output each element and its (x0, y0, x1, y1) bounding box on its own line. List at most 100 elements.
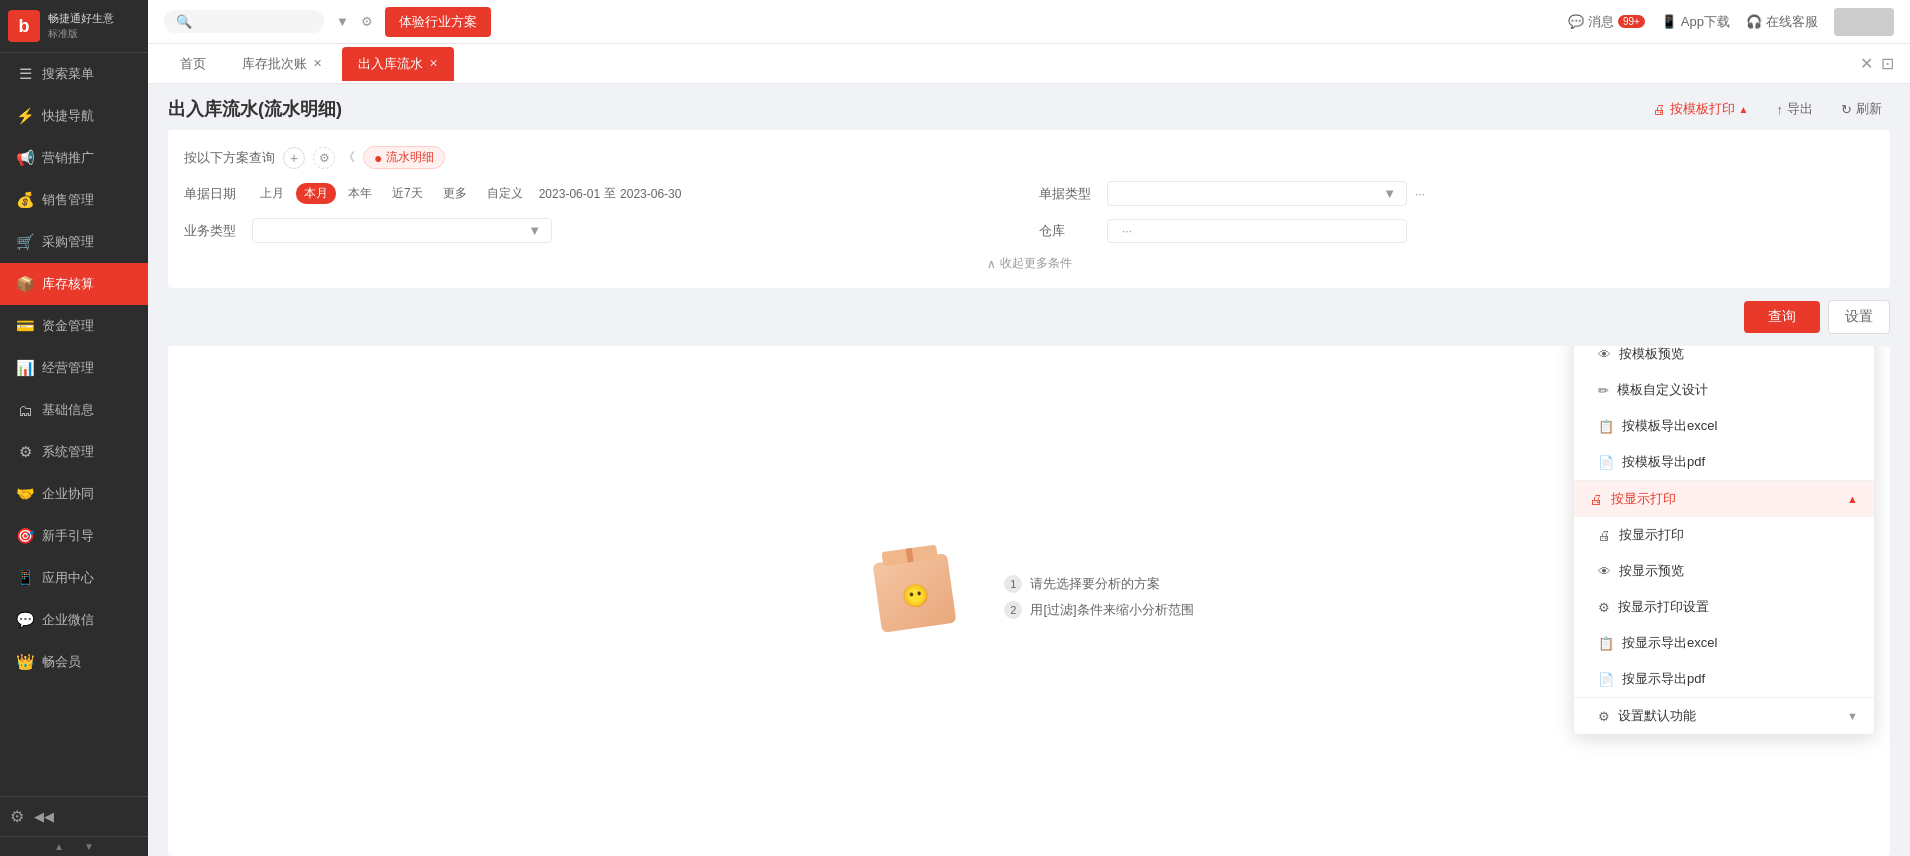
sidebar-item-label: 营销推广 (42, 149, 94, 167)
sidebar-item-system[interactable]: ⚙ 系统管理 (0, 431, 148, 473)
sidebar-item-wechat[interactable]: 💬 企业微信 (0, 599, 148, 641)
printer-icon: 🖨 (1653, 102, 1666, 117)
app-download-button[interactable]: 📱 App下载 (1661, 13, 1730, 31)
search-dropdown-icon[interactable]: ▼ (336, 14, 349, 29)
online-service-button[interactable]: 🎧 在线客服 (1746, 13, 1818, 31)
date-this-month[interactable]: 本月 (296, 183, 336, 204)
sidebar-item-basics[interactable]: 🗂 基础信息 (0, 389, 148, 431)
template-excel-icon: 📋 (1598, 419, 1614, 434)
warehouse-label: 仓库 (1039, 222, 1099, 240)
sales-icon: 💰 (16, 191, 34, 209)
empty-step-2: 2 用[过滤]条件来缩小分析范围 (1004, 601, 1193, 619)
display-print-section[interactable]: 🖨 按显示打印 ▲ (1574, 481, 1874, 517)
query-area: 查询 设置 (148, 300, 1910, 346)
doc-type-dropdown[interactable]: ▼ (1107, 181, 1407, 206)
query-button[interactable]: 查询 (1744, 301, 1820, 333)
sidebar-item-enterprise[interactable]: 🤝 企业协同 (0, 473, 148, 515)
section-arrow-icon: ▲ (1847, 493, 1858, 505)
biz-type-filter-field: 业务类型 ▼ (184, 218, 1019, 243)
search-input[interactable] (198, 15, 298, 29)
collapse-more-button[interactable]: ∧ 收起更多条件 (184, 255, 1874, 272)
collapse-icon: ∧ (987, 257, 996, 271)
template-custom-item[interactable]: ✏ 模板自定义设计 (1574, 372, 1874, 408)
sidebar-item-guide[interactable]: 🎯 新手引导 (0, 515, 148, 557)
sidebar-item-inventory[interactable]: 📦 库存核算 (0, 263, 148, 305)
biz-type-dropdown[interactable]: ▼ (252, 218, 552, 243)
sidebar-footer: ⚙ ◀◀ (0, 796, 148, 836)
display-excel-icon: 📋 (1598, 636, 1614, 651)
sidebar-item-label: 新手引导 (42, 527, 94, 545)
scroll-down-icon[interactable]: ▼ (84, 841, 94, 852)
date-last-7days[interactable]: 近7天 (384, 183, 431, 204)
tab-home[interactable]: 首页 (164, 47, 222, 81)
refresh-icon: ↻ (1841, 102, 1852, 117)
warehouse-dropdown[interactable]: ··· (1107, 219, 1407, 243)
set-default-item[interactable]: ⚙ 设置默认功能 ▼ (1574, 698, 1874, 734)
filter-header: 按以下方案查询 + ⚙ 《 ● 流水明细 (184, 146, 1874, 169)
tab-inventory-flow[interactable]: 出入库流水 ✕ (342, 47, 454, 81)
sidebar-item-purchase[interactable]: 🛒 采购管理 (0, 221, 148, 263)
template-export-pdf-item[interactable]: 📄 按模板导出pdf (1574, 444, 1874, 480)
close-batch-tab-icon[interactable]: ✕ (313, 57, 322, 70)
topbar-gear-icon[interactable]: ⚙ (361, 14, 373, 29)
display-print-settings-item[interactable]: ⚙ 按显示打印设置 (1574, 589, 1874, 625)
display-print-item[interactable]: 🖨 按显示打印 (1574, 517, 1874, 553)
maximize-icon[interactable]: ⊡ (1881, 54, 1894, 73)
sidebar-item-label: 资金管理 (42, 317, 94, 335)
filter-collapse-button[interactable]: 《 (343, 149, 355, 166)
date-custom[interactable]: 自定义 (479, 183, 531, 204)
doc-type-more-icon[interactable]: ··· (1415, 187, 1425, 201)
page-header: 出入库流水(流水明细) 🖨 按模板打印 ▲ ↑ 导出 ↻ 刷新 (148, 84, 1910, 130)
display-preview-icon: 👁 (1598, 564, 1611, 579)
tab-inventory-batch[interactable]: 库存批次账 ✕ (226, 47, 338, 81)
filter-panel: 按以下方案查询 + ⚙ 《 ● 流水明细 单据日期 上月 本月 本年 近7天 (168, 130, 1890, 288)
filter-row-2: 业务类型 ▼ 仓库 ··· (184, 218, 1874, 243)
template-export-excel-item[interactable]: 📋 按模板导出excel (1574, 408, 1874, 444)
guide-icon: 🎯 (16, 527, 34, 545)
filter-settings-button[interactable]: ⚙ (313, 147, 335, 169)
tabs-bar: 首页 库存批次账 ✕ 出入库流水 ✕ ✕ ⊡ (148, 44, 1910, 84)
date-this-year[interactable]: 本年 (340, 183, 380, 204)
display-preview-item[interactable]: 👁 按显示预览 (1574, 553, 1874, 589)
sidebar-item-quick-nav[interactable]: ⚡ 快捷导航 (0, 95, 148, 137)
sidebar-item-label: 企业微信 (42, 611, 94, 629)
minimize-icon[interactable]: ✕ (1860, 54, 1873, 73)
enterprise-icon: 🤝 (16, 485, 34, 503)
default-icon: ⚙ (1598, 709, 1610, 724)
template-preview-item[interactable]: 👁 按模板预览 (1574, 346, 1874, 372)
warehouse-more-icon[interactable]: ··· (1122, 224, 1132, 238)
empty-steps: 1 请先选择要分析的方案 2 用[过滤]条件来缩小分析范围 (1004, 575, 1193, 627)
filter-add-button[interactable]: + (283, 147, 305, 169)
collapse-icon[interactable]: ◀◀ (34, 809, 54, 824)
user-avatar[interactable] (1834, 8, 1894, 36)
sidebar-item-operations[interactable]: 📊 经营管理 (0, 347, 148, 389)
sidebar-item-search-menu[interactable]: ☰ 搜索菜单 (0, 53, 148, 95)
print-template-button[interactable]: 🖨 按模板打印 ▲ (1645, 96, 1757, 122)
quick-nav-icon: ⚡ (16, 107, 34, 125)
industry-solution-button[interactable]: 体验行业方案 (385, 7, 491, 37)
sidebar-item-label: 应用中心 (42, 569, 94, 587)
topbar-search-box[interactable]: 🔍 (164, 10, 324, 33)
date-last-month[interactable]: 上月 (252, 183, 292, 204)
scroll-up-icon[interactable]: ▲ (54, 841, 64, 852)
sidebar-item-marketing[interactable]: 📢 营销推广 (0, 137, 148, 179)
export-button[interactable]: ↑ 导出 (1769, 96, 1822, 122)
display-export-excel-item[interactable]: 📋 按显示导出excel (1574, 625, 1874, 661)
filter-tag-icon: ● (374, 150, 382, 166)
date-more[interactable]: 更多 (435, 183, 475, 204)
settings-icon[interactable]: ⚙ (10, 807, 24, 826)
topbar: 🔍 ▼ ⚙ 体验行业方案 💬 消息 99+ 📱 App下载 🎧 在线客服 (148, 0, 1910, 44)
sidebar-item-apps[interactable]: 📱 应用中心 (0, 557, 148, 599)
message-button[interactable]: 💬 消息 99+ (1568, 13, 1645, 31)
settings-button[interactable]: 设置 (1828, 300, 1890, 334)
filter-tag[interactable]: ● 流水明细 (363, 146, 445, 169)
close-flow-tab-icon[interactable]: ✕ (429, 57, 438, 70)
refresh-button[interactable]: ↻ 刷新 (1833, 96, 1890, 122)
sidebar-item-finance[interactable]: 💳 资金管理 (0, 305, 148, 347)
sidebar-item-sales[interactable]: 💰 销售管理 (0, 179, 148, 221)
template-pdf-icon: 📄 (1598, 455, 1614, 470)
empty-illustration: 😶 (864, 543, 964, 643)
step-2-number: 2 (1004, 601, 1022, 619)
sidebar-item-members[interactable]: 👑 畅会员 (0, 641, 148, 683)
display-export-pdf-item[interactable]: 📄 按显示导出pdf (1574, 661, 1874, 697)
